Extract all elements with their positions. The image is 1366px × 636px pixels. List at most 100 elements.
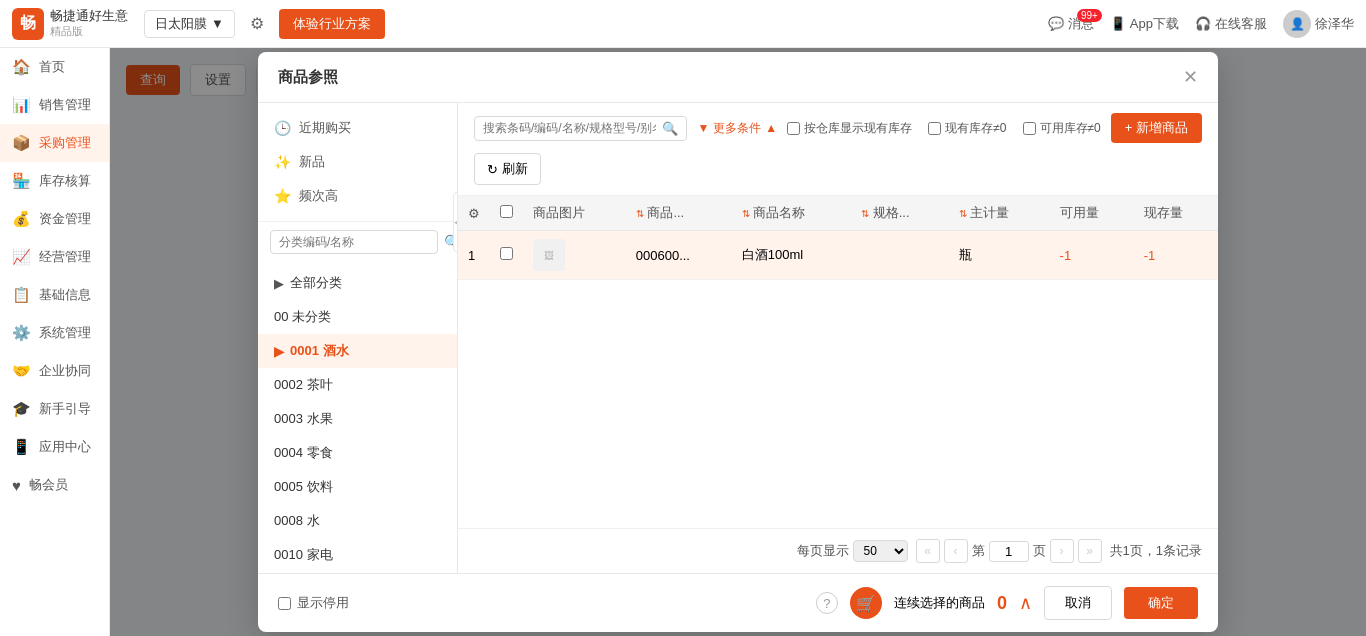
th-stock: 现存量	[1134, 196, 1218, 231]
category-0002[interactable]: 0002 茶叶	[258, 368, 457, 402]
left-panel-tabs: 🕒 近期购买 ✨ 新品 ⭐ 频次高	[258, 103, 457, 222]
next-page-btn[interactable]: ›	[1050, 539, 1074, 563]
online-service-btn[interactable]: 🎧 在线客服	[1195, 15, 1267, 33]
sidebar-item-purchase[interactable]: 📦 采购管理	[0, 124, 109, 162]
sidebar-label-business: 经营管理	[39, 248, 91, 266]
prev-page-btn[interactable]: ‹	[944, 539, 968, 563]
sidebar-item-business[interactable]: 📈 经营管理	[0, 238, 109, 276]
modal-header: 商品参照 ✕	[258, 52, 1218, 103]
select-all-checkbox[interactable]	[500, 205, 513, 218]
display-disabled-label[interactable]: 显示停用	[278, 594, 349, 612]
th-spec[interactable]: ⇅ 规格...	[851, 196, 949, 231]
row-checkbox[interactable]	[500, 247, 513, 260]
category-tree: ▶ 全部分类 00 未分类 ▶ 0001 酒水 0002 茶	[258, 262, 457, 573]
category-00[interactable]: 00 未分类	[258, 300, 457, 334]
sidebar-item-home[interactable]: 🏠 首页	[0, 48, 109, 86]
modal-close-btn[interactable]: ✕	[1183, 66, 1198, 88]
product-thumb: 🖼	[533, 239, 565, 271]
sidebar-label-guide: 新手引导	[39, 400, 91, 418]
checkbox-usable-stock[interactable]: 可用库存≠0	[1023, 120, 1101, 137]
td-code: 000600...	[626, 231, 732, 280]
logo-area: 畅 畅捷通好生意 精品版	[12, 8, 128, 40]
nav-right: 💬 消息 99+ 📱 App下载 🎧 在线客服 👤 徐泽华	[1048, 10, 1354, 38]
cart-label: 连续选择的商品	[894, 594, 985, 612]
td-available: -1	[1050, 231, 1134, 280]
star-icon: ⭐	[274, 188, 291, 204]
page-number-input[interactable]	[989, 541, 1029, 562]
add-product-btn[interactable]: + 新增商品	[1111, 113, 1202, 143]
settings-icon[interactable]: ⚙	[243, 10, 271, 38]
pagination: 每页显示 50 10 20 100 « ‹	[458, 528, 1218, 573]
checkbox-available-stock-input[interactable]	[928, 122, 941, 135]
cancel-btn[interactable]: 取消	[1044, 586, 1112, 620]
collapse-footer-icon[interactable]: ∧	[1019, 592, 1032, 614]
category-0010[interactable]: 0010 家电	[258, 538, 457, 572]
category-0008[interactable]: 0008 水	[258, 504, 457, 538]
last-page-btn[interactable]: »	[1078, 539, 1102, 563]
checkbox-usable-stock-input[interactable]	[1023, 122, 1036, 135]
page-size-label: 每页显示	[797, 542, 849, 560]
avatar: 👤	[1283, 10, 1311, 38]
logo-sub: 精品版	[50, 24, 128, 39]
product-search-input[interactable]	[483, 121, 656, 135]
new-products-tab[interactable]: ✨ 新品	[258, 145, 457, 179]
checkbox-warehouse[interactable]: 按仓库显示现有库存	[787, 120, 912, 137]
inventory-icon: 🏪	[12, 172, 31, 190]
refresh-icon: ↻	[487, 162, 498, 177]
sidebar-item-sales[interactable]: 📊 销售管理	[0, 86, 109, 124]
sidebar-item-basic[interactable]: 📋 基础信息	[0, 276, 109, 314]
th-unit[interactable]: ⇅ 主计量	[949, 196, 1050, 231]
app-download-btn[interactable]: 📱 App下载	[1110, 15, 1179, 33]
page-size-dropdown[interactable]: 50 10 20 100	[853, 540, 908, 562]
th-settings[interactable]: ⚙	[458, 196, 490, 231]
home-icon: 🏠	[12, 58, 31, 76]
category-0005[interactable]: 0005 饮料	[258, 470, 457, 504]
more-filters-btn[interactable]: ▼ 更多条件 ▲	[697, 120, 777, 137]
category-0001[interactable]: ▶ 0001 酒水	[258, 334, 457, 368]
category-0003[interactable]: 0003 水果	[258, 402, 457, 436]
th-name[interactable]: ⇅ 商品名称	[732, 196, 851, 231]
table-row[interactable]: 1 🖼	[458, 231, 1218, 280]
help-icon[interactable]: ?	[816, 592, 838, 614]
category-search-input[interactable]	[270, 230, 438, 254]
frequent-tab[interactable]: ⭐ 频次高	[258, 179, 457, 213]
table-toolbar: 🔍 ▼ 更多条件 ▲ 按仓库显示现有库存	[458, 103, 1218, 196]
sidebar-item-finance[interactable]: 💰 资金管理	[0, 200, 109, 238]
page-label: 第	[972, 542, 985, 560]
sidebar-item-system[interactable]: ⚙️ 系统管理	[0, 314, 109, 352]
checkbox-group: 按仓库显示现有库存 现有库存≠0 可用库存≠0	[787, 120, 1101, 137]
first-page-btn[interactable]: «	[916, 539, 940, 563]
td-num: 1	[458, 231, 490, 280]
user-profile-btn[interactable]: 👤 徐泽华	[1283, 10, 1354, 38]
new-icon: ✨	[274, 154, 291, 170]
cart-count: 0	[997, 593, 1007, 614]
sidebar-label-finance: 资金管理	[39, 210, 91, 228]
recent-purchase-tab[interactable]: 🕒 近期购买	[258, 111, 457, 145]
confirm-btn[interactable]: 确定	[1124, 587, 1198, 619]
refresh-product-btn[interactable]: ↻ 刷新	[474, 153, 541, 185]
experience-btn[interactable]: 体验行业方案	[279, 9, 385, 39]
branch-selector[interactable]: 日太阳膜 ▼	[144, 10, 235, 38]
sidebar-item-guide[interactable]: 🎓 新手引导	[0, 390, 109, 428]
td-checkbox[interactable]	[490, 231, 523, 280]
display-disabled-checkbox[interactable]	[278, 597, 291, 610]
category-0004[interactable]: 0004 零食	[258, 436, 457, 470]
checkbox-available-stock[interactable]: 现有库存≠0	[928, 120, 1006, 137]
sidebar-item-cooperation[interactable]: 🤝 企业协同	[0, 352, 109, 390]
product-search-icon[interactable]: 🔍	[662, 121, 678, 136]
mobile-icon: 📱	[1110, 16, 1126, 31]
checkbox-warehouse-input[interactable]	[787, 122, 800, 135]
sidebar-item-apps[interactable]: 📱 应用中心	[0, 428, 109, 466]
product-reference-modal: 商品参照 ✕ 🕒 近期购买 ✨ 新	[258, 52, 1218, 632]
sidebar-item-inventory[interactable]: 🏪 库存核算	[0, 162, 109, 200]
sidebar-item-member[interactable]: ♥ 畅会员	[0, 466, 109, 504]
modal-body: 🕒 近期购买 ✨ 新品 ⭐ 频次高	[258, 103, 1218, 573]
logo-icon: 畅	[12, 8, 44, 40]
collapse-panel-btn[interactable]: ◀	[453, 192, 458, 252]
top-nav: 畅 畅捷通好生意 精品版 日太阳膜 ▼ ⚙ 体验行业方案 💬 消息 99+ 📱 …	[0, 0, 1366, 48]
category-all[interactable]: ▶ 全部分类	[258, 266, 457, 300]
sidebar-label-member: 畅会员	[29, 476, 68, 494]
th-code[interactable]: ⇅ 商品...	[626, 196, 732, 231]
new-products-label: 新品	[299, 153, 325, 171]
messages-btn[interactable]: 💬 消息 99+	[1048, 15, 1094, 33]
